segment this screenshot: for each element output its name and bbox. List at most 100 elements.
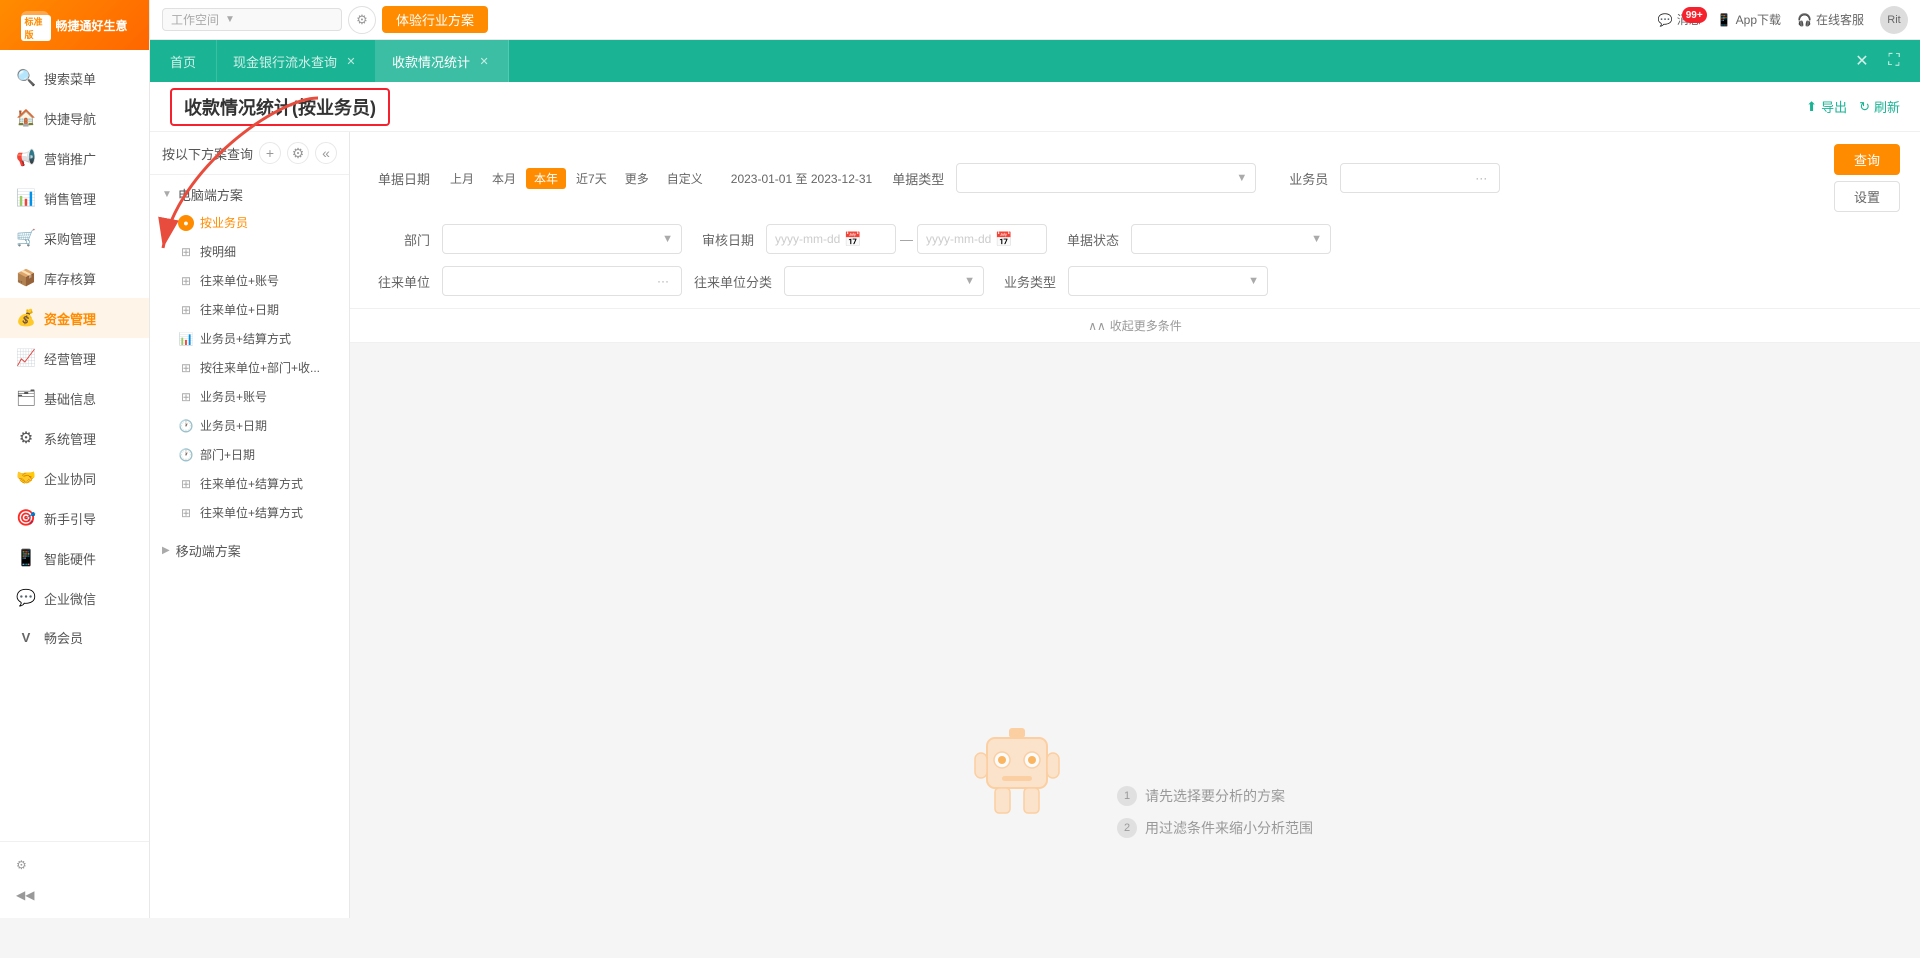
tab-close-all-btn[interactable]: ✕ (1848, 47, 1876, 75)
sidebar-item-system[interactable]: ⚙ 系统管理 (0, 418, 149, 458)
sidebar-item-finance[interactable]: 💰 资金管理 (0, 298, 149, 338)
sidebar-item-label: 经营管理 (44, 349, 96, 368)
sidebar-item-sales[interactable]: 📊 销售管理 (0, 178, 149, 218)
this-year-btn[interactable]: 本年 (526, 168, 566, 189)
corp-wechat-icon: 💬 (16, 588, 36, 608)
messages-btn[interactable]: 💬 消息 99+ (1658, 11, 1701, 28)
filter-settings-btn[interactable]: 设置 (1834, 181, 1900, 212)
workspace-settings-btn[interactable]: ⚙ (348, 6, 376, 34)
review-date-to[interactable]: yyyy-mm-dd 📅 (917, 224, 1047, 254)
marketing-icon: 📢 (16, 148, 36, 168)
scheme-settings-btn[interactable]: ⚙ (287, 142, 309, 164)
tip-number-2: 2 (1117, 818, 1137, 838)
detail-scheme-icon: ⊞ (178, 244, 194, 260)
sidebar-item-basic-info[interactable]: 🗂 基础信息 (0, 378, 149, 418)
scheme-item-label: 往来单位+结算方式 (200, 475, 303, 492)
tab-bank-flow-close[interactable]: ✕ (343, 53, 359, 69)
scheme-item-salesperson-date[interactable]: 🕐 业务员+日期 (150, 411, 349, 440)
review-date-label: 审核日期 (694, 230, 754, 249)
scheme-item-partner-account[interactable]: ⊞ 往来单位+账号 (150, 266, 349, 295)
query-btn[interactable]: 查询 (1834, 144, 1900, 175)
sidebar-item-operations[interactable]: 📈 经营管理 (0, 338, 149, 378)
sidebar-item-label: 营销推广 (44, 149, 96, 168)
last-month-btn[interactable]: 上月 (442, 168, 482, 189)
scheme-group-desktop-label: 电脑端方案 (178, 185, 243, 204)
sidebar-item-purchase[interactable]: 🛒 采购管理 (0, 218, 149, 258)
scheme-item-by-detail[interactable]: ⊞ 按明细 (150, 237, 349, 266)
sidebar-item-label: 基础信息 (44, 389, 96, 408)
sidebar-item-search-menu[interactable]: 🔍 搜索菜单 (0, 58, 149, 98)
scheme-group-desktop-header[interactable]: ▼ 电脑端方案 (150, 179, 349, 208)
sidebar-settings-btn[interactable]: ⚙ (0, 850, 149, 880)
chevron-up-icon: ∧∧ (1088, 319, 1106, 333)
user-avatar[interactable]: Rit (1880, 6, 1908, 34)
scheme-item-partner-settlement1[interactable]: ⊞ 往来单位+结算方式 (150, 469, 349, 498)
date-range-display: 2023-01-01 至 2023-12-31 (731, 170, 872, 187)
this-month-btn[interactable]: 本月 (484, 168, 524, 189)
doc-type-select[interactable]: ▼ (956, 163, 1256, 193)
scheme-item-label: 按往来单位+部门+收... (200, 359, 320, 376)
scheme-item-partner-dept[interactable]: ⊞ 按往来单位+部门+收... (150, 353, 349, 382)
scheme-item-dept-date[interactable]: 🕐 部门+日期 (150, 440, 349, 469)
biz-type-select[interactable]: ▼ (1068, 266, 1268, 296)
settings-icon: ⚙ (292, 145, 305, 162)
review-date-from[interactable]: yyyy-mm-dd 📅 (766, 224, 896, 254)
last-7-days-btn[interactable]: 近7天 (568, 168, 615, 189)
sidebar-item-smart-hw[interactable]: 📱 智能硬件 (0, 538, 149, 578)
collapse-icon: ◀◀ (16, 888, 34, 902)
trial-btn[interactable]: 体验行业方案 (382, 6, 488, 33)
sidebar-collapse-btn[interactable]: ◀◀ (0, 880, 149, 910)
scheme-collapse-btn[interactable]: « (315, 142, 337, 164)
partner-settlement1-icon: ⊞ (178, 476, 194, 492)
biz-type-label: 业务类型 (996, 272, 1056, 291)
partner-label: 往来单位 (370, 272, 430, 291)
refresh-btn[interactable]: ↻ 刷新 (1859, 97, 1900, 116)
sidebar-item-newbie[interactable]: 🎯 新手引导 (0, 498, 149, 538)
date-label: 单据日期 (370, 169, 430, 188)
collapse-bar[interactable]: ∧∧ 收起更多条件 (350, 309, 1920, 343)
doc-status-label: 单据状态 (1059, 230, 1119, 249)
export-btn[interactable]: ⬆ 导出 (1806, 97, 1847, 116)
collapse-btn[interactable]: ∧∧ 收起更多条件 (1088, 317, 1182, 334)
custom-date-btn[interactable]: 自定义 (659, 168, 711, 189)
scheme-item-partner-settlement2[interactable]: ⊞ 往来单位+结算方式 (150, 498, 349, 527)
scheme-item-partner-date[interactable]: ⊞ 往来单位+日期 (150, 295, 349, 324)
content-body: 按以下方案查询 + ⚙ « (150, 132, 1920, 918)
calendar-icon-2: 📅 (995, 231, 1012, 248)
scheme-item-salesperson-account[interactable]: ⊞ 业务员+账号 (150, 382, 349, 411)
search-menu-icon: 🔍 (16, 68, 36, 88)
tip-text-1: 请先选择要分析的方案 (1145, 786, 1285, 806)
scheme-item-label: 业务员+结算方式 (200, 330, 291, 347)
top-bar-left: 工作空间 ▼ ⚙ 体验行业方案 (162, 6, 1650, 34)
partner-date-icon: ⊞ (178, 302, 194, 318)
sidebar-item-inventory[interactable]: 📦 库存核算 (0, 258, 149, 298)
tab-bank-flow[interactable]: 现金银行流水查询 ✕ (217, 40, 376, 82)
tab-home[interactable]: 首页 (150, 40, 217, 82)
sidebar-item-member[interactable]: V 畅会员 (0, 618, 149, 657)
sidebar-item-label: 畅会员 (44, 628, 83, 647)
customer-service-btn[interactable]: 🎧 在线客服 (1797, 11, 1864, 28)
sidebar-item-corp-wechat[interactable]: 💬 企业微信 (0, 578, 149, 618)
sidebar-item-corp-collab[interactable]: 🤝 企业协同 (0, 458, 149, 498)
scheme-item-label: 往来单位+日期 (200, 301, 279, 318)
sidebar-item-marketing[interactable]: 📢 营销推广 (0, 138, 149, 178)
tab-expand-btn[interactable]: ⛶ (1880, 47, 1908, 75)
tab-receipts-stats-close[interactable]: ✕ (476, 53, 492, 69)
workspace-title[interactable]: 工作空间 ▼ (162, 8, 342, 31)
doc-status-select[interactable]: ▼ (1131, 224, 1331, 254)
messages-icon: 💬 (1658, 13, 1673, 27)
tab-receipts-stats[interactable]: 收款情况统计 ✕ (376, 40, 509, 82)
service-icon: 🎧 (1797, 13, 1812, 27)
dept-select[interactable]: ▼ (442, 224, 682, 254)
scheme-item-by-salesperson[interactable]: ● 按业务员 (150, 208, 349, 237)
app-download-btn[interactable]: 📱 App下载 (1717, 11, 1781, 28)
date-to: 2023-12-31 (811, 172, 872, 186)
partner-category-select[interactable]: ▼ (784, 266, 984, 296)
more-shortcuts-btn[interactable]: 更多 (617, 168, 657, 189)
sidebar-item-quick-nav[interactable]: 🏠 快捷导航 (0, 98, 149, 138)
scheme-item-salesperson-settlement[interactable]: 📊 业务员+结算方式 (150, 324, 349, 353)
scheme-add-btn[interactable]: + (259, 142, 281, 164)
partner-select[interactable]: ··· (442, 266, 682, 296)
scheme-group-mobile-header[interactable]: ▶ 移动端方案 (150, 535, 349, 564)
salesperson-select[interactable]: ··· (1340, 163, 1500, 193)
